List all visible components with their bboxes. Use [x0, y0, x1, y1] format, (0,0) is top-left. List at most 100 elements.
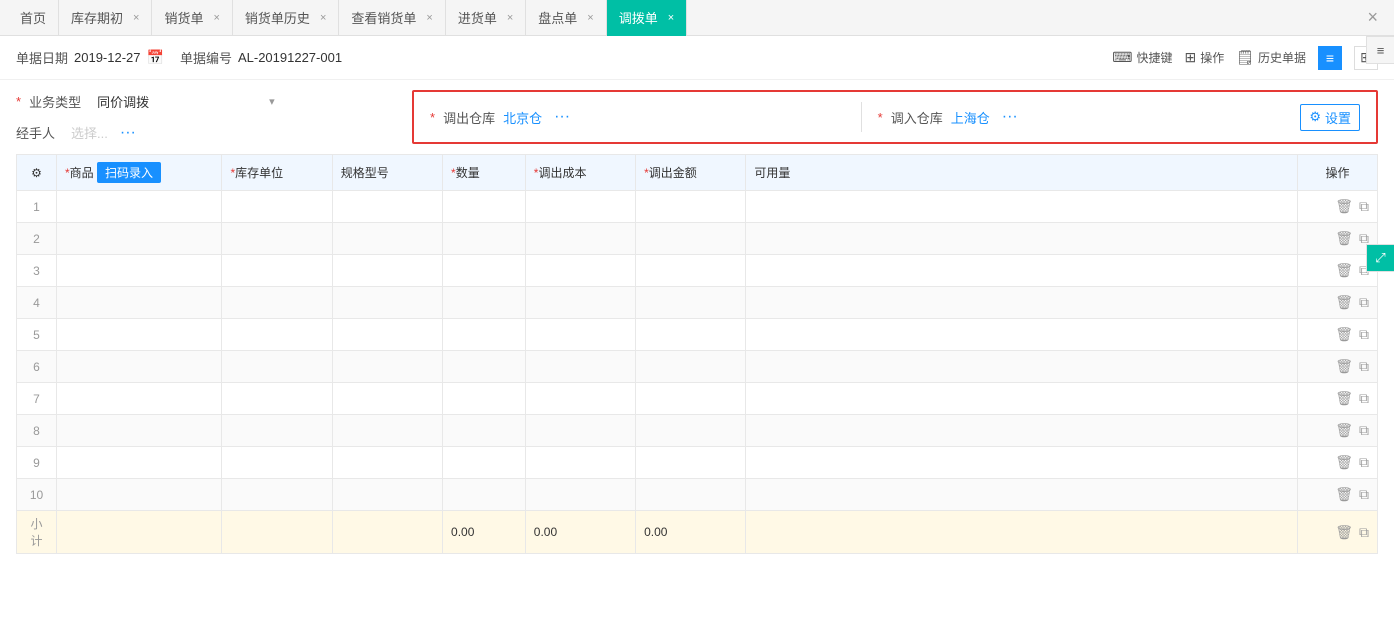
settings-btn[interactable]: ⚙ 设置 — [1300, 104, 1360, 131]
delete-row-icon[interactable]: 🗑 — [1335, 486, 1353, 503]
cell-amount[interactable] — [636, 255, 746, 287]
copy-row-icon[interactable]: ⧉ — [1359, 486, 1369, 503]
copy-row-icon[interactable]: ⧉ — [1359, 524, 1369, 541]
cell-product[interactable] — [57, 383, 222, 415]
delete-row-icon[interactable]: 🗑 — [1335, 422, 1353, 439]
operations-btn[interactable]: ⊞ 操作 — [1184, 49, 1224, 66]
tab-transfer-order[interactable]: 调拨单× — [607, 0, 687, 36]
cell-product[interactable] — [57, 223, 222, 255]
tab-purchase-order[interactable]: 进货单× — [446, 0, 526, 36]
cell-qty[interactable] — [443, 351, 526, 383]
tab-inventory-check[interactable]: 盘点单× — [526, 0, 606, 36]
cell-qty[interactable] — [443, 447, 526, 479]
cell-cost[interactable] — [525, 223, 635, 255]
side-list-btn[interactable]: ≡ — [1366, 36, 1394, 64]
copy-row-icon[interactable]: ⧉ — [1359, 294, 1369, 311]
cell-qty[interactable] — [443, 255, 526, 287]
history-btn[interactable]: 🗒 历史单据 — [1236, 49, 1306, 66]
cell-product[interactable] — [57, 415, 222, 447]
warehouse-out-value[interactable]: 北京仓 — [503, 108, 542, 127]
shortcuts-btn[interactable]: ⌨ 快捷键 — [1112, 49, 1172, 66]
tab-close-view-sales[interactable]: × — [426, 12, 432, 24]
copy-row-icon[interactable]: ⧉ — [1359, 454, 1369, 471]
cell-cost[interactable] — [525, 447, 635, 479]
cell-product[interactable] — [57, 287, 222, 319]
warehouse-in-value[interactable]: 上海仓 — [951, 108, 990, 127]
cell-amount[interactable] — [636, 383, 746, 415]
cell-product[interactable] — [57, 255, 222, 287]
delete-row-icon[interactable]: 🗑 — [1335, 524, 1353, 541]
cell-cost[interactable] — [525, 351, 635, 383]
cell-cost[interactable]: 0.00 — [525, 511, 635, 554]
th-gear[interactable]: ⚙ — [17, 155, 57, 191]
cell-product[interactable] — [57, 191, 222, 223]
cell-amount[interactable] — [636, 287, 746, 319]
cell-cost[interactable] — [525, 191, 635, 223]
tab-close-sales-history[interactable]: × — [320, 12, 326, 24]
cell-cost[interactable] — [525, 479, 635, 511]
cell-amount[interactable] — [636, 191, 746, 223]
tab-home[interactable]: 首页 — [8, 0, 59, 36]
cell-amount[interactable] — [636, 351, 746, 383]
tab-close-transfer-order[interactable]: × — [668, 12, 674, 24]
scan-button[interactable]: 扫码录入 — [97, 162, 161, 183]
delete-row-icon[interactable]: 🗑 — [1335, 230, 1353, 247]
cell-product[interactable] — [57, 479, 222, 511]
list-view-btn[interactable]: ≡ — [1318, 46, 1342, 70]
tab-close-inventory-check[interactable]: × — [587, 12, 593, 24]
cell-spec — [332, 223, 442, 255]
copy-row-icon[interactable]: ⧉ — [1359, 390, 1369, 407]
cell-product[interactable] — [57, 351, 222, 383]
cell-qty[interactable] — [443, 319, 526, 351]
cell-qty[interactable] — [443, 383, 526, 415]
cell-product[interactable] — [57, 447, 222, 479]
cell-amount[interactable] — [636, 223, 746, 255]
cell-amount[interactable] — [636, 319, 746, 351]
person-placeholder[interactable]: 选择... — [71, 123, 108, 142]
cell-amount[interactable]: 0.00 — [636, 511, 746, 554]
tab-inventory-init[interactable]: 库存期初× — [59, 0, 152, 36]
cell-qty[interactable] — [443, 415, 526, 447]
delete-row-icon[interactable]: 🗑 — [1335, 454, 1353, 471]
tab-sales-history[interactable]: 销货单历史× — [233, 0, 339, 36]
delete-row-icon[interactable]: 🗑 — [1335, 294, 1353, 311]
tab-close-inventory-init[interactable]: × — [133, 12, 139, 24]
tab-close-purchase-order[interactable]: × — [507, 12, 513, 24]
cell-cost[interactable] — [525, 319, 635, 351]
cell-amount[interactable] — [636, 447, 746, 479]
business-type-dropdown[interactable]: 同价调拨 ▾ — [89, 90, 283, 113]
person-more-icon[interactable]: ··· — [120, 124, 136, 142]
cell-qty[interactable] — [443, 223, 526, 255]
cell-product[interactable] — [57, 511, 222, 554]
cell-cost[interactable] — [525, 255, 635, 287]
cell-qty[interactable] — [443, 479, 526, 511]
close-window-icon[interactable]: × — [1359, 7, 1386, 28]
cell-qty[interactable]: 0.00 — [443, 511, 526, 554]
warehouse-out-more-icon[interactable]: ··· — [554, 108, 570, 126]
cell-cost[interactable] — [525, 383, 635, 415]
side-expand-btn[interactable]: ⤢ — [1366, 244, 1394, 272]
table-row: 5🗑⧉ — [17, 319, 1378, 351]
delete-row-icon[interactable]: 🗑 — [1335, 358, 1353, 375]
delete-row-icon[interactable]: 🗑 — [1335, 262, 1353, 279]
cell-qty[interactable] — [443, 191, 526, 223]
warehouse-in-more-icon[interactable]: ··· — [1002, 108, 1018, 126]
copy-row-icon[interactable]: ⧉ — [1359, 326, 1369, 343]
delete-row-icon[interactable]: 🗑 — [1335, 198, 1353, 215]
business-type-required: * — [16, 94, 21, 109]
cell-cost[interactable] — [525, 287, 635, 319]
cell-qty[interactable] — [443, 287, 526, 319]
cell-product[interactable] — [57, 319, 222, 351]
tab-sales-order[interactable]: 销货单× — [152, 0, 232, 36]
cell-cost[interactable] — [525, 415, 635, 447]
calendar-icon[interactable]: 📅 — [147, 49, 164, 66]
cell-amount[interactable] — [636, 479, 746, 511]
tab-close-sales-order[interactable]: × — [213, 12, 219, 24]
delete-row-icon[interactable]: 🗑 — [1335, 326, 1353, 343]
copy-row-icon[interactable]: ⧉ — [1359, 422, 1369, 439]
cell-amount[interactable] — [636, 415, 746, 447]
tab-view-sales[interactable]: 查看销货单× — [339, 0, 445, 36]
warehouse-out-field: * 调出仓库 北京仓 ··· — [430, 108, 845, 127]
copy-row-icon[interactable]: ⧉ — [1359, 358, 1369, 375]
delete-row-icon[interactable]: 🗑 — [1335, 390, 1353, 407]
